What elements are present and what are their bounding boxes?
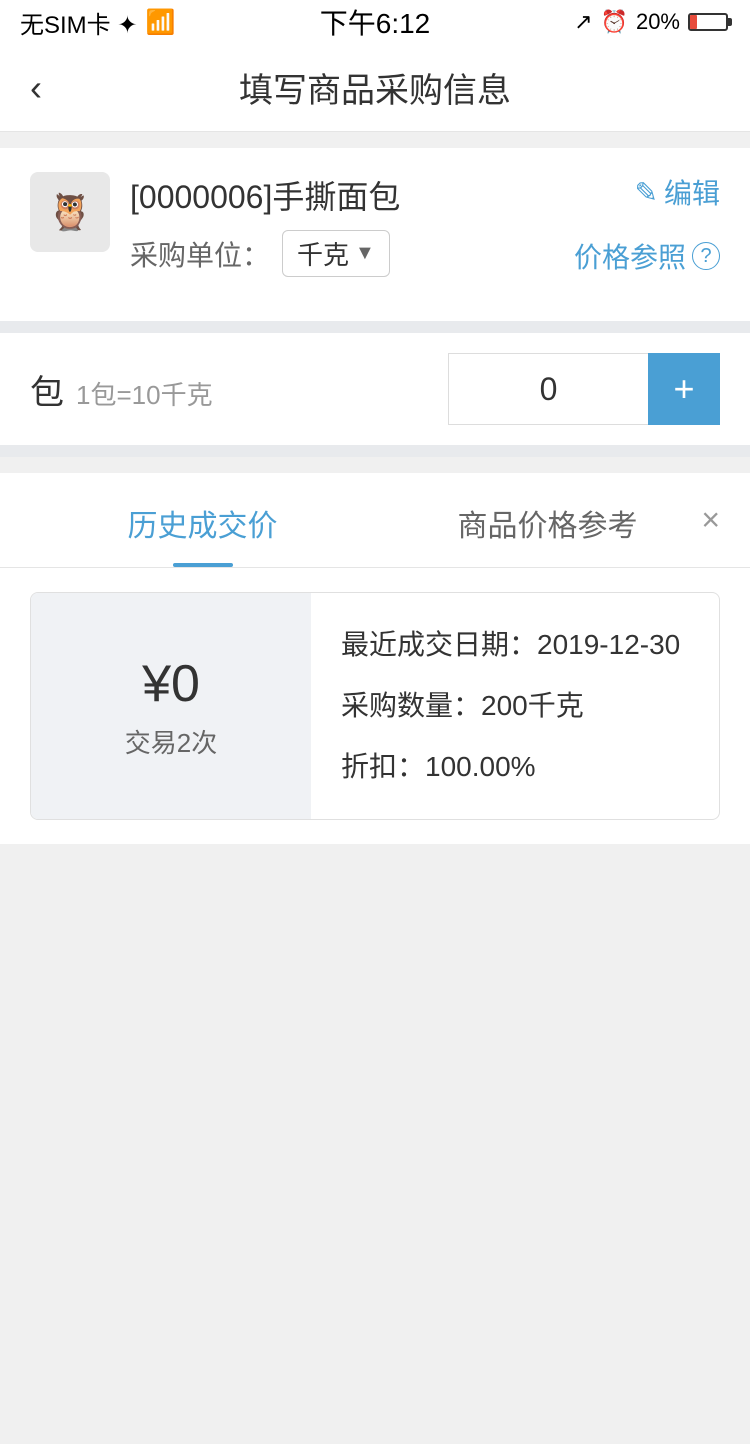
unit-row: 采购单位： 千克 ▼ — [130, 230, 400, 277]
tabs-section: 历史成交价 商品价格参考 × ¥0 交易2次 最近成交日期：2019-12-30… — [0, 473, 750, 844]
tabs-header: 历史成交价 商品价格参考 × — [0, 473, 750, 568]
price-date-label: 最近成交日期： — [341, 629, 537, 660]
page-title: 填写商品采购信息 — [239, 63, 511, 112]
price-ref-button[interactable]: 价格参照 ? — [574, 236, 720, 276]
price-discount-label: 折扣： — [341, 751, 425, 782]
status-time: 下午6:12 — [320, 2, 431, 42]
product-header: 🦉 [0000006]手撕面包 采购单位： 千克 ▼ ✎ 编辑 价格参照 — [30, 172, 720, 277]
price-times: 交易2次 — [125, 723, 217, 760]
quantity-row: 包 1包=10千克 + — [0, 333, 750, 445]
product-thumbnail: 🦉 — [30, 172, 110, 252]
product-icon-symbol: 🦉 — [48, 191, 93, 233]
quantity-input[interactable] — [448, 353, 648, 425]
location-icon: ↗ — [574, 9, 592, 35]
status-left: 无SIM卡 ✦ 📶 — [20, 5, 175, 40]
wifi-icon: 📶 — [145, 8, 175, 37]
edit-icon: ✎ — [635, 176, 658, 209]
tab-price-ref[interactable]: 商品价格参考 — [375, 473, 720, 567]
edit-button[interactable]: ✎ 编辑 — [635, 172, 720, 212]
section-divider — [0, 321, 750, 333]
product-info: 🦉 [0000006]手撕面包 采购单位： 千克 ▼ — [30, 172, 400, 277]
price-ref-help-icon: ? — [692, 242, 720, 270]
battery-percent: 20% — [636, 9, 680, 35]
price-discount-value: 100.00% — [425, 751, 536, 782]
price-details: 最近成交日期：2019-12-30 采购数量：200千克 折扣：100.00% — [311, 593, 719, 819]
back-button[interactable]: ‹ — [30, 67, 42, 109]
battery-icon — [688, 13, 730, 31]
product-details: [0000006]手撕面包 采购单位： 千克 ▼ — [130, 172, 400, 277]
price-summary: ¥0 交易2次 — [31, 593, 311, 819]
price-date-value: 2019-12-30 — [537, 629, 680, 660]
bottom-area — [0, 844, 750, 1444]
price-discount-row: 折扣：100.00% — [341, 745, 689, 790]
price-qty-value: 200千克 — [481, 690, 584, 721]
edit-label: 编辑 — [664, 172, 720, 212]
unit-value: 千克 — [297, 235, 349, 272]
section-divider-2 — [0, 445, 750, 457]
quantity-controls: + — [448, 353, 720, 425]
unit-label: 采购单位： — [130, 234, 270, 274]
carrier-text: 无SIM卡 ✦ — [20, 5, 137, 40]
price-qty-label: 采购数量： — [341, 690, 481, 721]
quantity-plus-button[interactable]: + — [648, 353, 720, 425]
unit-selector[interactable]: 千克 ▼ — [282, 230, 390, 277]
status-bar: 无SIM卡 ✦ 📶 下午6:12 ↗ ⏰ 20% — [0, 0, 750, 44]
alarm-icon: ⏰ — [601, 9, 628, 35]
price-content: ¥0 交易2次 最近成交日期：2019-12-30 采购数量：200千克 折扣：… — [0, 568, 750, 844]
tab-close-button[interactable]: × — [701, 502, 720, 539]
tab-price-ref-label: 商品价格参考 — [458, 510, 638, 543]
tab-history-label: 历史成交价 — [128, 510, 278, 543]
quantity-unit: 包 — [30, 365, 64, 414]
price-card: ¥0 交易2次 最近成交日期：2019-12-30 采购数量：200千克 折扣：… — [30, 592, 720, 820]
price-ref-label: 价格参照 — [574, 236, 686, 276]
price-qty-row: 采购数量：200千克 — [341, 684, 689, 729]
status-right: ↗ ⏰ 20% — [574, 9, 730, 35]
nav-bar: ‹ 填写商品采购信息 — [0, 44, 750, 132]
price-amount: ¥0 — [142, 653, 200, 715]
tab-history-price[interactable]: 历史成交价 — [30, 473, 375, 567]
quantity-label: 包 1包=10千克 — [30, 365, 213, 414]
price-date-row: 最近成交日期：2019-12-30 — [341, 623, 689, 668]
product-card: 🦉 [0000006]手撕面包 采购单位： 千克 ▼ ✎ 编辑 价格参照 — [0, 148, 750, 321]
dropdown-arrow-icon: ▼ — [355, 242, 375, 265]
quantity-conversion: 1包=10千克 — [76, 375, 213, 412]
product-name: [0000006]手撕面包 — [130, 172, 400, 218]
